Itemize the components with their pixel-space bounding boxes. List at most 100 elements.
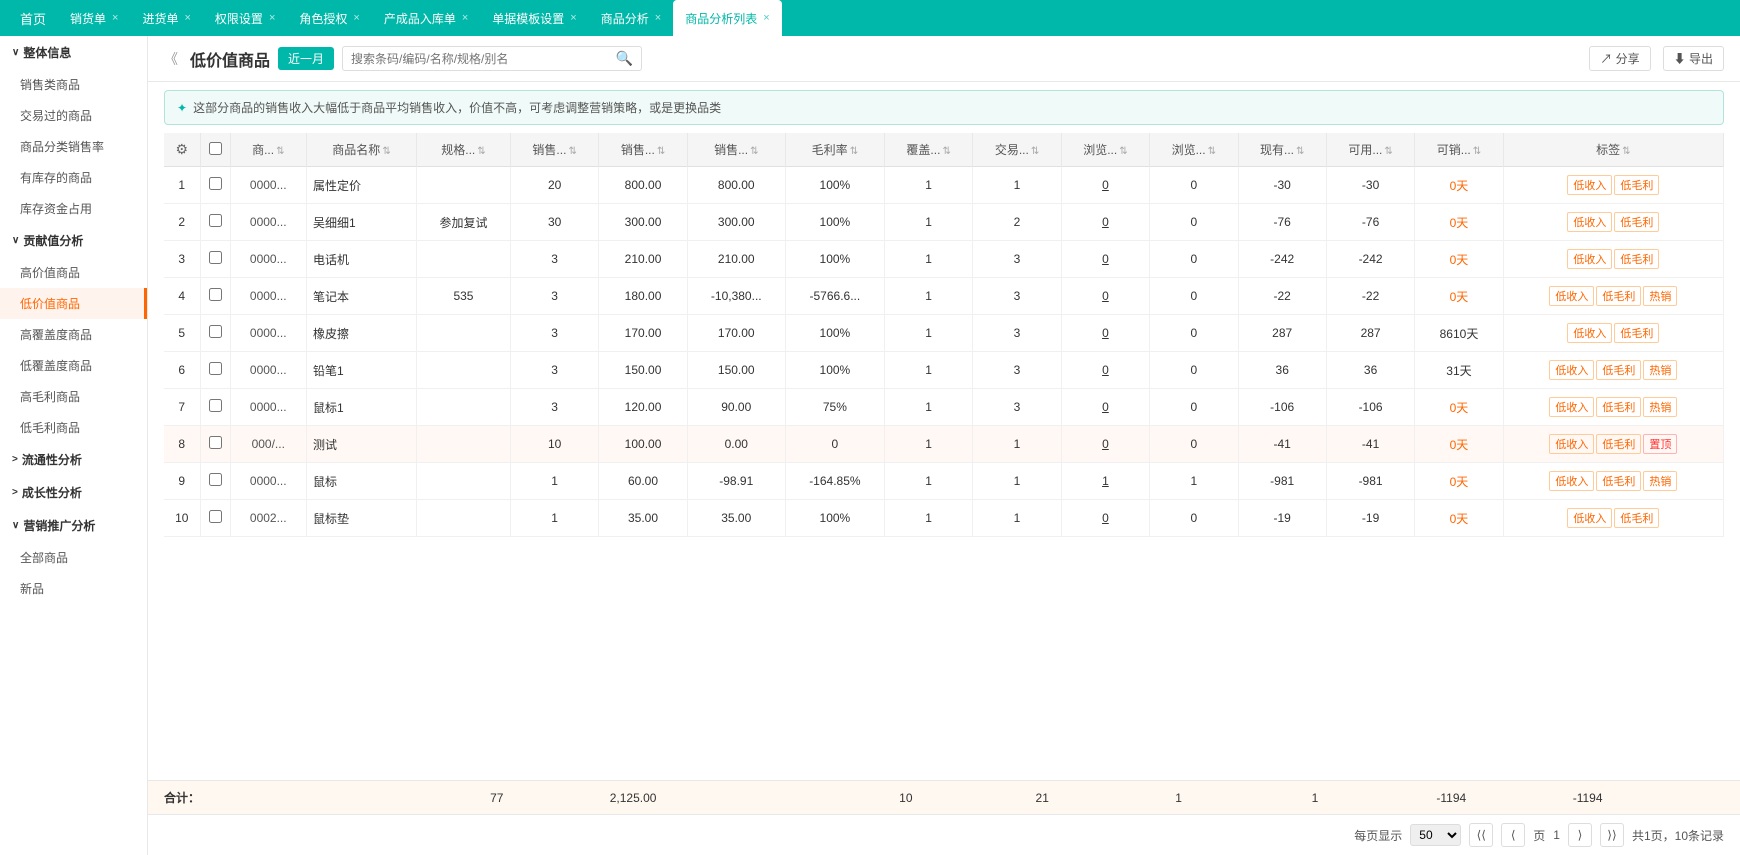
browse-count-1[interactable]: 0 [1061, 389, 1149, 426]
search-input[interactable] [351, 52, 616, 66]
sidebar-item-stock-products[interactable]: 有库存的商品 [0, 162, 147, 193]
sidebar-item-new-products[interactable]: 新品 [0, 573, 147, 604]
sidebar-item-sales-products[interactable]: 销售类商品 [0, 69, 147, 100]
available-stock: -22 [1326, 278, 1414, 315]
sales-cost: 0.00 [687, 426, 785, 463]
browse-count-1[interactable]: 0 [1061, 204, 1149, 241]
sidebar-item-low-coverage[interactable]: 低覆盖度商品 [0, 350, 147, 381]
browse-count-1[interactable]: 0 [1061, 167, 1149, 204]
next-page-button[interactable]: ⟩ [1568, 823, 1592, 847]
nav-permissions[interactable]: 权限设置× [203, 0, 287, 36]
prev-page-button[interactable]: ⟨ [1501, 823, 1525, 847]
row-checkbox[interactable] [200, 241, 230, 278]
sort-icon[interactable]: ⇅ [477, 146, 485, 157]
sidebar-group-contribution[interactable]: ∨ 贡献值分析 [0, 224, 147, 257]
row-checkbox[interactable] [200, 500, 230, 537]
sort-icon[interactable]: ⇅ [942, 146, 950, 157]
nav-purchase-order[interactable]: 进货单× [130, 0, 202, 36]
gear-icon[interactable]: ⚙ [175, 141, 188, 157]
browse-count-1[interactable]: 0 [1061, 352, 1149, 389]
col-browse1: 浏览...⇅ [1061, 133, 1149, 167]
sort-icon[interactable]: ⇅ [276, 146, 284, 157]
sidebar-item-high-margin[interactable]: 高毛利商品 [0, 381, 147, 412]
sort-icon[interactable]: ⇅ [1208, 146, 1216, 157]
sort-icon[interactable]: ⇅ [568, 146, 576, 157]
product-tag: 低收入 [1549, 397, 1594, 417]
product-tag: 热销 [1643, 360, 1677, 380]
browse-count-1[interactable]: 0 [1061, 315, 1149, 352]
row-checkbox[interactable] [200, 426, 230, 463]
close-icon[interactable]: × [269, 12, 275, 24]
close-icon[interactable]: × [570, 12, 576, 24]
row-checkbox[interactable] [200, 463, 230, 500]
row-select-checkbox[interactable] [209, 362, 222, 375]
sidebar-item-traded-products[interactable]: 交易过的商品 [0, 100, 147, 131]
row-select-checkbox[interactable] [209, 251, 222, 264]
row-checkbox[interactable] [200, 389, 230, 426]
sort-icon[interactable]: ⇅ [1473, 146, 1481, 157]
nav-template-settings[interactable]: 单据模板设置× [480, 0, 588, 36]
close-icon[interactable]: × [462, 12, 468, 24]
sidebar-item-all-products[interactable]: 全部商品 [0, 542, 147, 573]
row-select-checkbox[interactable] [209, 214, 222, 227]
sort-icon[interactable]: ⇅ [1296, 146, 1304, 157]
sort-icon[interactable]: ⇅ [382, 146, 390, 157]
page-size-select[interactable]: 50 100 200 [1410, 824, 1461, 846]
export-button[interactable]: ⬇ 导出 [1663, 46, 1724, 71]
nav-product-analysis[interactable]: 商品分析× [589, 0, 673, 36]
row-checkbox[interactable] [200, 278, 230, 315]
close-icon[interactable]: × [353, 12, 359, 24]
search-icon[interactable]: 🔍 [616, 50, 633, 67]
collapse-button[interactable]: 《 [164, 49, 178, 69]
close-icon[interactable]: × [112, 12, 118, 24]
last-page-button[interactable]: ⟩⟩ [1600, 823, 1624, 847]
browse-count-1[interactable]: 0 [1061, 500, 1149, 537]
nav-home[interactable]: 首页 [8, 0, 58, 36]
close-icon[interactable]: × [763, 12, 769, 24]
row-checkbox[interactable] [200, 167, 230, 204]
sort-icon[interactable]: ⇅ [657, 146, 665, 157]
row-select-checkbox[interactable] [209, 325, 222, 338]
first-page-button[interactable]: ⟨⟨ [1469, 823, 1493, 847]
share-button[interactable]: ↗ 分享 [1589, 46, 1650, 71]
browse-count-1[interactable]: 0 [1061, 426, 1149, 463]
browse-count-1[interactable]: 0 [1061, 241, 1149, 278]
sidebar-item-stock-capital[interactable]: 库存资金占用 [0, 193, 147, 224]
row-checkbox[interactable] [200, 204, 230, 241]
nav-product-instock[interactable]: 产成品入库单× [372, 0, 480, 36]
row-select-checkbox[interactable] [209, 473, 222, 486]
sort-icon[interactable]: ⇅ [850, 146, 858, 157]
chevron-down-icon: ∨ [12, 235, 19, 246]
select-all-checkbox[interactable] [209, 142, 222, 155]
close-icon[interactable]: × [184, 12, 190, 24]
browse-count-1[interactable]: 1 [1061, 463, 1149, 500]
sidebar-group-growth[interactable]: > 成长性分析 [0, 476, 147, 509]
row-select-checkbox[interactable] [209, 288, 222, 301]
sidebar-group-marketing[interactable]: ∨ 营销推广分析 [0, 509, 147, 542]
col-gear[interactable]: ⚙ [164, 133, 200, 167]
sidebar-item-low-value[interactable]: 低价值商品 [0, 288, 147, 319]
sort-icon[interactable]: ⇅ [1119, 146, 1127, 157]
row-select-checkbox[interactable] [209, 436, 222, 449]
row-select-checkbox[interactable] [209, 177, 222, 190]
close-icon[interactable]: × [655, 12, 661, 24]
sidebar-item-high-coverage[interactable]: 高覆盖度商品 [0, 319, 147, 350]
sidebar-item-category-sales-rate[interactable]: 商品分类销售率 [0, 131, 147, 162]
filter-recent-month-button[interactable]: 近一月 [278, 47, 334, 70]
row-select-checkbox[interactable] [209, 399, 222, 412]
sidebar-group-circulation[interactable]: > 流通性分析 [0, 443, 147, 476]
sort-icon[interactable]: ⇅ [750, 146, 758, 157]
sort-icon[interactable]: ⇅ [1384, 146, 1392, 157]
sidebar-group-overall[interactable]: ∨ 整体信息 [0, 36, 147, 69]
row-select-checkbox[interactable] [209, 510, 222, 523]
sort-icon[interactable]: ⇅ [1031, 146, 1039, 157]
nav-role-auth[interactable]: 角色授权× [287, 0, 371, 36]
sidebar-item-high-value[interactable]: 高价值商品 [0, 257, 147, 288]
sort-icon[interactable]: ⇅ [1622, 146, 1630, 157]
browse-count-1[interactable]: 0 [1061, 278, 1149, 315]
row-checkbox[interactable] [200, 315, 230, 352]
row-checkbox[interactable] [200, 352, 230, 389]
nav-sales-order[interactable]: 销货单× [58, 0, 130, 36]
nav-product-analysis-list[interactable]: 商品分析列表× [673, 0, 781, 36]
sidebar-item-low-margin[interactable]: 低毛利商品 [0, 412, 147, 443]
